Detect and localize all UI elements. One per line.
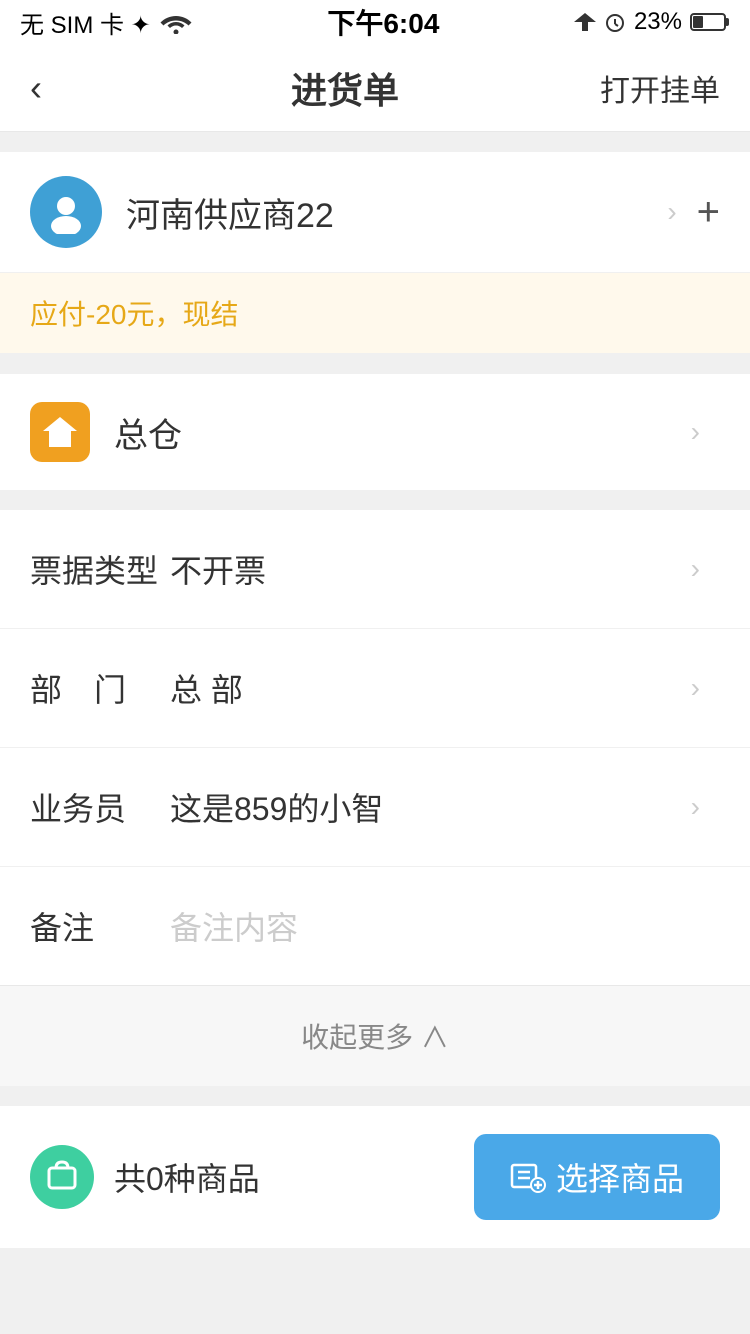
invoice-type-label: 票据类型 bbox=[30, 546, 170, 592]
warehouse-chevron-icon: › bbox=[691, 416, 700, 448]
supplier-chevron-icon: › bbox=[667, 196, 676, 228]
remark-label: 备注 bbox=[30, 903, 170, 949]
alarm-icon bbox=[604, 11, 626, 33]
supplier-name: 河南供应商22 bbox=[126, 188, 667, 237]
status-right: 23% bbox=[574, 8, 730, 36]
supplier-card: 河南供应商22 › + 应付-20元，现结 bbox=[0, 152, 750, 354]
warehouse-icon bbox=[30, 402, 90, 462]
invoice-type-value: 不开票 bbox=[170, 546, 691, 592]
nav-bar: ‹ 进货单 打开挂单 bbox=[0, 44, 750, 132]
location-icon bbox=[574, 11, 596, 33]
status-time: 下午6:04 bbox=[327, 2, 439, 42]
select-product-label: 选择商品 bbox=[556, 1154, 684, 1200]
home-icon bbox=[41, 413, 79, 451]
status-bar: 无 SIM 卡 ✦ 下午6:04 23% bbox=[0, 0, 750, 44]
section-gap-3 bbox=[0, 490, 750, 510]
warehouse-label: 总仓 bbox=[114, 408, 691, 457]
collapse-label: 收起更多 ∧ bbox=[301, 1016, 449, 1056]
section-gap-1 bbox=[0, 132, 750, 152]
add-button[interactable]: + bbox=[697, 190, 720, 235]
salesperson-chevron-icon: › bbox=[691, 791, 700, 823]
battery-icon bbox=[690, 11, 730, 33]
info-banner: 应付-20元，现结 bbox=[0, 273, 750, 354]
warehouse-card[interactable]: 总仓 › bbox=[0, 374, 750, 490]
salesperson-row[interactable]: 业务员 这是859的小智 › bbox=[0, 747, 750, 866]
department-value: 总 部 bbox=[170, 665, 691, 711]
wifi-icon bbox=[159, 10, 193, 34]
sim-status: 无 SIM 卡 ✦ bbox=[20, 5, 151, 40]
department-label: 部 门 bbox=[30, 665, 170, 711]
remark-row[interactable]: 备注 备注内容 bbox=[0, 866, 750, 985]
department-row[interactable]: 部 门 总 部 › bbox=[0, 628, 750, 747]
salesperson-value: 这是859的小智 bbox=[170, 784, 691, 830]
cart-icon bbox=[43, 1158, 81, 1196]
section-gap-2 bbox=[0, 354, 750, 374]
page-title: 进货单 bbox=[291, 62, 399, 114]
open-pending-button[interactable]: 打开挂单 bbox=[600, 66, 720, 110]
department-chevron-icon: › bbox=[691, 672, 700, 704]
battery-percent: 23% bbox=[634, 8, 682, 36]
avatar bbox=[30, 176, 102, 248]
status-left: 无 SIM 卡 ✦ bbox=[20, 5, 193, 40]
select-product-button[interactable]: 选择商品 bbox=[474, 1134, 720, 1220]
collapse-row[interactable]: 收起更多 ∧ bbox=[0, 985, 750, 1086]
person-icon bbox=[44, 190, 88, 234]
form-card: 票据类型 不开票 › 部 门 总 部 › 业务员 这是859的小智 › 备注 备… bbox=[0, 510, 750, 1086]
back-button[interactable]: ‹ bbox=[30, 67, 90, 109]
product-bar: 共0种商品 选择商品 bbox=[0, 1106, 750, 1248]
product-icon bbox=[30, 1145, 94, 1209]
warehouse-row[interactable]: 总仓 › bbox=[0, 374, 750, 490]
select-product-icon bbox=[510, 1159, 546, 1195]
invoice-type-row[interactable]: 票据类型 不开票 › bbox=[0, 510, 750, 628]
salesperson-label: 业务员 bbox=[30, 784, 170, 830]
remark-value[interactable]: 备注内容 bbox=[170, 903, 720, 949]
supplier-row[interactable]: 河南供应商22 › + bbox=[0, 152, 750, 273]
invoice-type-chevron-icon: › bbox=[691, 553, 700, 585]
product-count: 共0种商品 bbox=[114, 1154, 474, 1200]
